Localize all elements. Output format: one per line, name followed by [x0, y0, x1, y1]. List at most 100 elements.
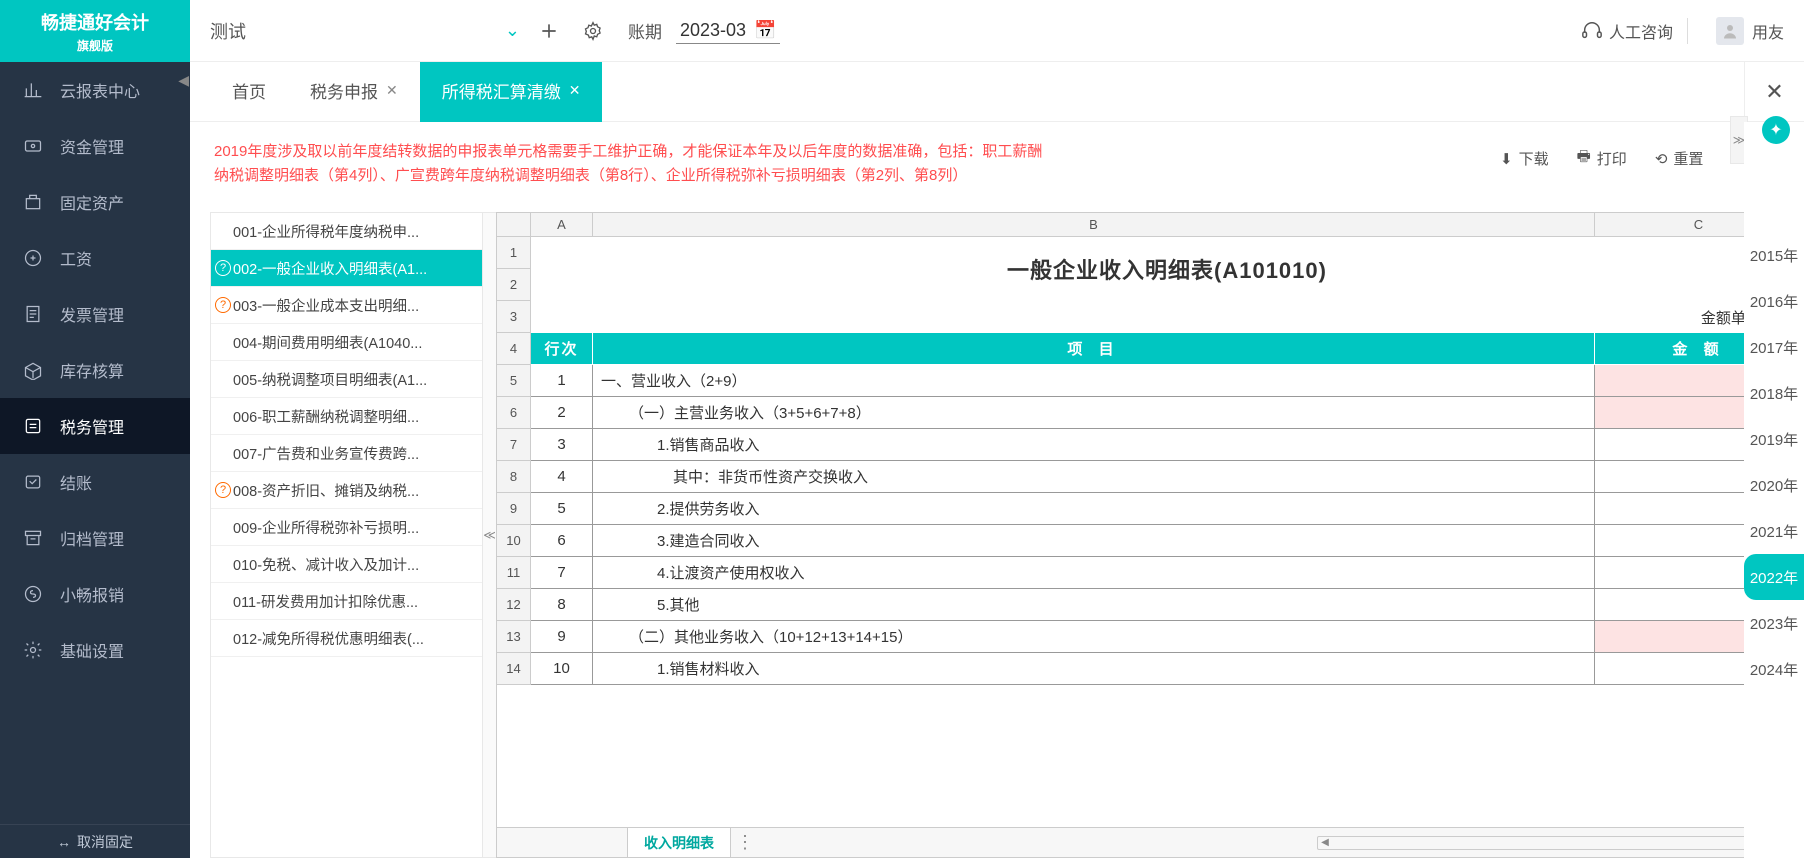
item-cell[interactable]: 4.让渡资产使用权收入	[593, 557, 1595, 589]
row-header[interactable]: 8	[497, 461, 531, 493]
support-button[interactable]: 人工咨询	[1581, 19, 1673, 43]
year-item[interactable]: 2021年	[1744, 508, 1804, 554]
form-list-item[interactable]: 006-职工薪酬纳税调整明细...	[211, 398, 482, 435]
settings-icon[interactable]	[578, 16, 608, 46]
reset-button[interactable]: ⟲重置	[1655, 148, 1704, 169]
item-cell[interactable]: （二）其他业务收入（10+12+13+14+15）	[593, 621, 1595, 653]
form-list-item[interactable]: 001-企业所得税年度纳税申...	[211, 213, 482, 250]
item-cell[interactable]: 1.销售材料收入	[593, 653, 1595, 685]
horizontal-scrollbar[interactable]: ◀ ▶	[1317, 836, 1797, 850]
row-header[interactable]: 14	[497, 653, 531, 685]
close-all-tabs[interactable]: ✕	[1744, 62, 1804, 122]
year-item[interactable]: 2015年	[1744, 232, 1804, 278]
form-list-item[interactable]: 003-一般企业成本支出明细...	[211, 287, 482, 324]
chevron-left-icon[interactable]: ◀	[178, 72, 189, 89]
year-item[interactable]: 2020年	[1744, 462, 1804, 508]
add-button[interactable]	[534, 16, 564, 46]
close-icon[interactable]: ✕	[569, 82, 581, 99]
row-header[interactable]: 9	[497, 493, 531, 525]
row-header[interactable]: 4	[497, 333, 531, 365]
col-header-a[interactable]: A	[531, 213, 593, 237]
tab[interactable]: 首页	[210, 62, 288, 122]
form-list-item[interactable]: 012-减免所得税优惠明细表(...	[211, 620, 482, 657]
year-item[interactable]: 2019年	[1744, 416, 1804, 462]
sidebar-item-reimburse[interactable]: 小畅报销	[0, 566, 190, 622]
topbar: 测试 ⌄ 账期 2023-03 📅 人工咨询 用友	[190, 0, 1804, 62]
sidebar-item-asset[interactable]: 固定资产	[0, 174, 190, 230]
form-list-item[interactable]: 010-免税、减计收入及加计...	[211, 546, 482, 583]
brand-logo[interactable]: 畅捷通好会计 旗舰版	[0, 0, 190, 62]
year-item[interactable]: 2016年	[1744, 278, 1804, 324]
row-number-cell[interactable]: 1	[531, 365, 593, 397]
help-badge[interactable]: ✦	[1762, 116, 1790, 144]
row-header[interactable]: 1	[497, 237, 531, 269]
form-list-item[interactable]: 005-纳税调整项目明细表(A1...	[211, 361, 482, 398]
tab[interactable]: 所得税汇算清缴✕	[420, 62, 603, 122]
item-cell[interactable]: 一、营业收入（2+9）	[593, 365, 1595, 397]
row-header[interactable]: 11	[497, 557, 531, 589]
row-number-cell[interactable]: 10	[531, 653, 593, 685]
row-number-cell[interactable]: 2	[531, 397, 593, 429]
sidebar-item-chart[interactable]: 云报表中心	[0, 62, 190, 118]
sheet-row: 4行次项 目金 额	[497, 333, 1803, 365]
sidebar-item-archive[interactable]: 归档管理	[0, 510, 190, 566]
period-picker[interactable]: 2023-03 📅	[676, 18, 780, 44]
sidebar-item-close[interactable]: 结账	[0, 454, 190, 510]
row-number-cell[interactable]: 8	[531, 589, 593, 621]
collapse-handle[interactable]: ≪	[482, 212, 496, 858]
item-cell[interactable]: 其中：非货币性资产交换收入	[593, 461, 1595, 493]
form-list-item[interactable]: 004-期间费用明细表(A1040...	[211, 324, 482, 361]
form-list-item[interactable]: 009-企业所得税弥补亏损明...	[211, 509, 482, 546]
item-cell[interactable]: 3.建造合同收入	[593, 525, 1595, 557]
sidebar-item-tax[interactable]: 税务管理	[0, 398, 190, 454]
row-header[interactable]: 6	[497, 397, 531, 429]
unpin-sidebar[interactable]: ↔取消固定	[0, 824, 190, 858]
form-list-item[interactable]: 002-一般企业收入明细表(A1...	[211, 250, 482, 287]
item-cell[interactable]: 2.提供劳务收入	[593, 493, 1595, 525]
item-cell[interactable]: （一）主营业务收入（3+5+6+7+8）	[593, 397, 1595, 429]
tab[interactable]: 税务申报✕	[288, 62, 420, 122]
sidebar-item-settings[interactable]: 基础设置	[0, 622, 190, 678]
year-item[interactable]: 2022年	[1744, 554, 1804, 600]
year-item[interactable]: 2018年	[1744, 370, 1804, 416]
content: 2019年度涉及取以前年度结转数据的申报表单元格需要手工维护正确，才能保证本年及…	[190, 122, 1804, 858]
row-header[interactable]: 7	[497, 429, 531, 461]
row-number-cell[interactable]: 5	[531, 493, 593, 525]
sheet-title: 一般企业收入明细表(A101010)	[531, 237, 1803, 301]
select-all-corner[interactable]	[497, 213, 531, 237]
sheet-tab-menu[interactable]: ⋮	[731, 832, 759, 853]
sidebar-item-money[interactable]: 资金管理	[0, 118, 190, 174]
year-item[interactable]: 2023年	[1744, 600, 1804, 646]
row-header[interactable]: 3	[497, 301, 531, 333]
print-button[interactable]: 🖶打印	[1577, 146, 1627, 171]
item-cell[interactable]: 5.其他	[593, 589, 1595, 621]
row-number-cell[interactable]: 4	[531, 461, 593, 493]
row-number-cell[interactable]: 3	[531, 429, 593, 461]
sidebar-item-label: 工资	[60, 246, 92, 270]
col-header-b[interactable]: B	[593, 213, 1595, 237]
spreadsheet: A B C 12一般企业收入明细表(A101010)3金额单位： 元4行次项 目…	[496, 212, 1804, 858]
sidebar-item-label: 资金管理	[60, 134, 124, 158]
sidebar-item-invoice[interactable]: 发票管理	[0, 286, 190, 342]
row-number-cell[interactable]: 6	[531, 525, 593, 557]
row-header[interactable]: 12	[497, 589, 531, 621]
row-header[interactable]: 5	[497, 365, 531, 397]
form-list-item[interactable]: 011-研发费用加计扣除优惠...	[211, 583, 482, 620]
row-header[interactable]: 10	[497, 525, 531, 557]
sheet-tab[interactable]: 收入明细表	[627, 827, 731, 857]
row-number-cell[interactable]: 7	[531, 557, 593, 589]
close-icon[interactable]: ✕	[386, 82, 398, 99]
year-item[interactable]: 2024年	[1744, 646, 1804, 692]
sidebar-item-salary[interactable]: 工资	[0, 230, 190, 286]
org-selector[interactable]: 测试 ⌄	[210, 18, 520, 44]
item-cell[interactable]: 1.销售商品收入	[593, 429, 1595, 461]
row-header[interactable]: 2	[497, 269, 531, 301]
sidebar-item-stock[interactable]: 库存核算	[0, 342, 190, 398]
user-menu[interactable]: 用友	[1716, 17, 1784, 45]
row-number-cell[interactable]: 9	[531, 621, 593, 653]
download-button[interactable]: ⬇下载	[1500, 148, 1549, 169]
form-list-item[interactable]: 008-资产折旧、摊销及纳税...	[211, 472, 482, 509]
year-item[interactable]: 2017年	[1744, 324, 1804, 370]
form-list-item[interactable]: 007-广告费和业务宣传费跨...	[211, 435, 482, 472]
row-header[interactable]: 13	[497, 621, 531, 653]
